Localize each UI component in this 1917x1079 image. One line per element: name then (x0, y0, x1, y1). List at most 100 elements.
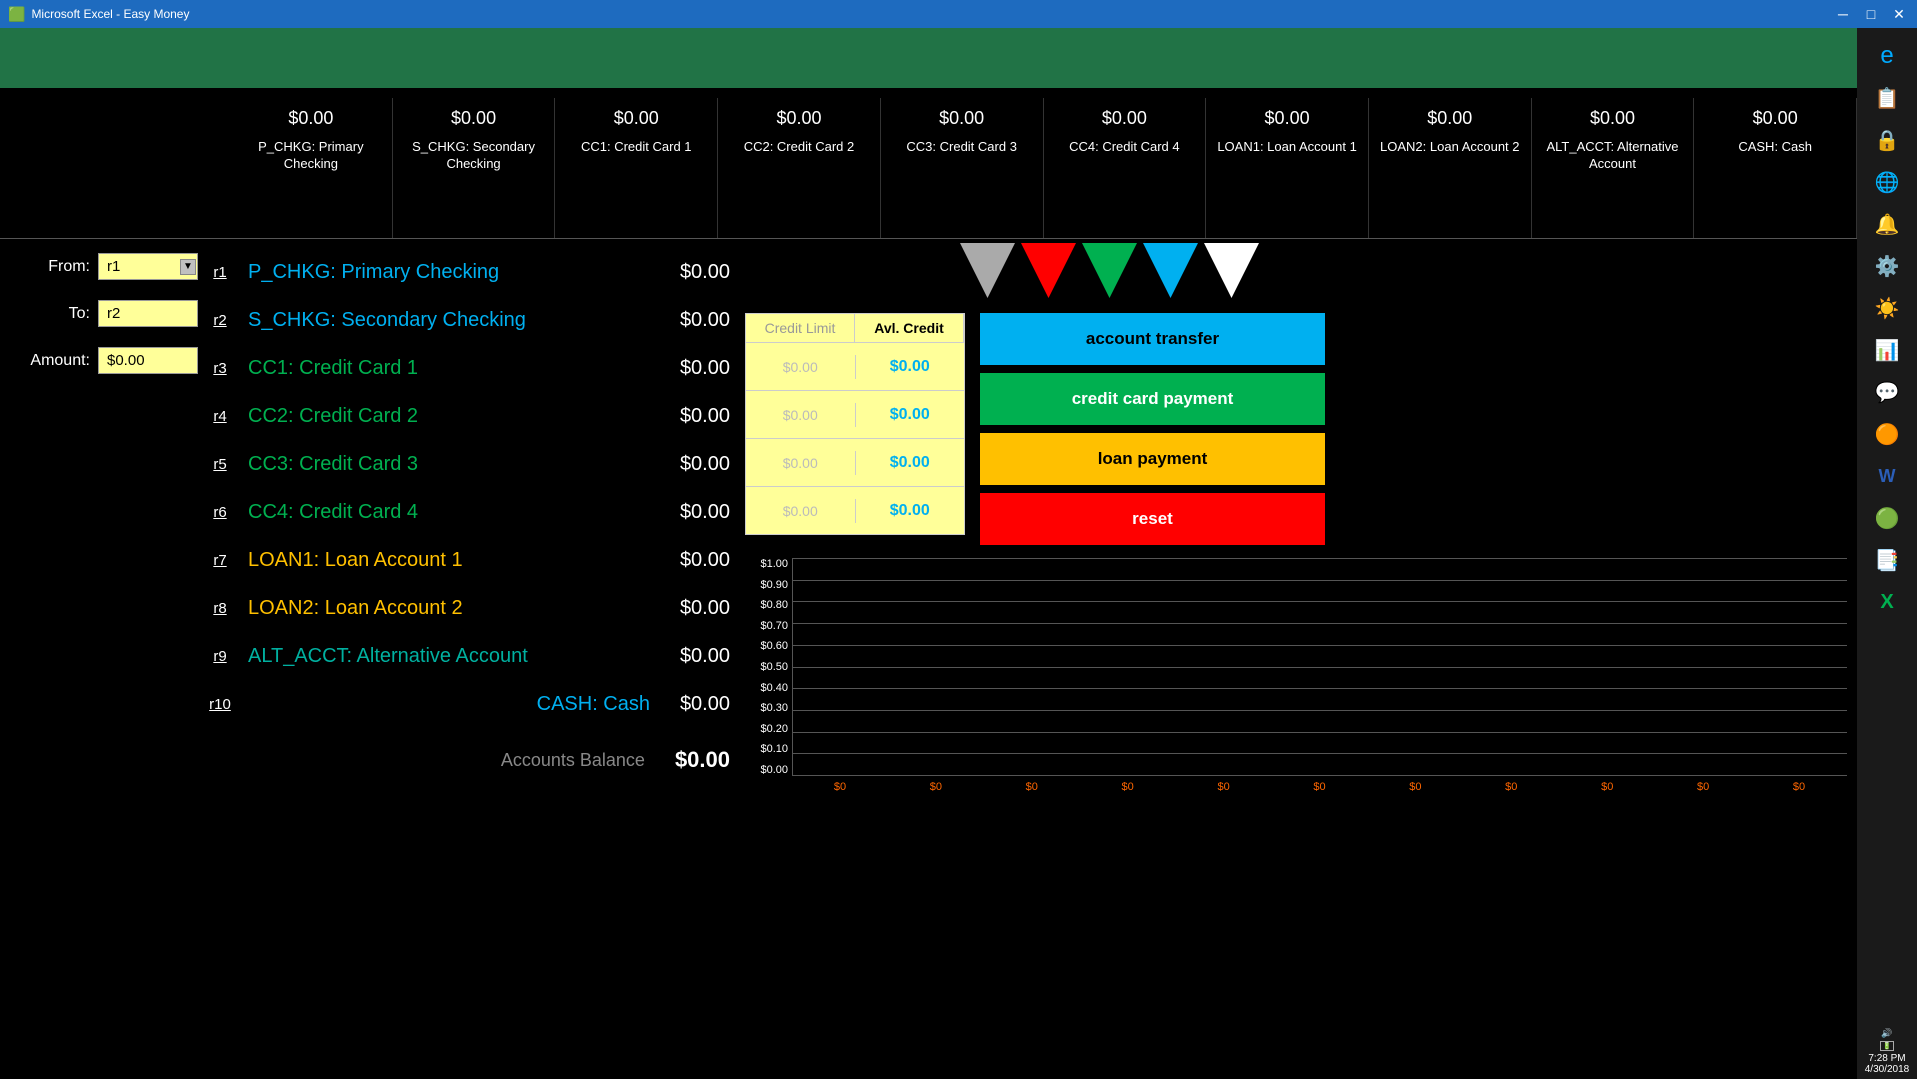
list-item: r10 CASH: Cash $0.00 (200, 680, 730, 728)
schkg-name: S_CHKG: Secondary Checking (397, 139, 551, 173)
chart-hline-8 (793, 710, 1847, 711)
from-dropdown-arrow[interactable]: ▼ (180, 259, 196, 275)
account-transfer-button[interactable]: account transfer (980, 313, 1325, 365)
account-col-pchkg: $0.00 P_CHKG: Primary Checking (230, 98, 393, 238)
taskbar-icon-orange[interactable]: 🟠 (1869, 416, 1905, 452)
row-ref-r6: r6 (200, 504, 240, 521)
pchkg-amount: $0.00 (288, 102, 333, 135)
cash-amount: $0.00 (1753, 102, 1798, 135)
cc1-credit-limit: $0.00 (746, 355, 856, 379)
action-buttons-panel: account transfer credit card payment loa… (980, 313, 1325, 545)
y-label-8: $0.30 (760, 702, 788, 714)
taskbar-icon-weather[interactable]: ☀️ (1869, 290, 1905, 326)
list-item: r8 LOAN2: Loan Account 2 $0.00 (200, 584, 730, 632)
chart-hline-5 (793, 645, 1847, 646)
to-input[interactable]: r2 (98, 300, 198, 327)
maximize-button[interactable]: □ (1861, 4, 1881, 24)
taskbar-icon-settings[interactable]: ⚙️ (1869, 248, 1905, 284)
chart-hline-6 (793, 667, 1847, 668)
row-name-alt: ALT_ACCT: Alternative Account (240, 645, 650, 668)
arrow-gray-icon[interactable] (960, 243, 1015, 298)
taskbar-icon-doc[interactable]: 📑 (1869, 542, 1905, 578)
arrow-buttons-container (960, 243, 1777, 298)
account-list: r1 P_CHKG: Primary Checking $0.00 r2 S_C… (200, 248, 730, 784)
x-label-6: $0 (1313, 781, 1325, 793)
loan2-amount: $0.00 (1427, 102, 1472, 135)
balance-amount: $0.00 (675, 747, 730, 773)
taskbar-icon-bell[interactable]: 🔔 (1869, 206, 1905, 242)
y-label-1: $1.00 (760, 558, 788, 570)
chart-x-axis: $0 $0 $0 $0 $0 $0 $0 $0 $0 $0 $0 (792, 776, 1847, 798)
cc3-amount: $0.00 (939, 102, 984, 135)
amount-row: Amount: $0.00 (20, 347, 210, 374)
y-label-5: $0.60 (760, 640, 788, 652)
taskbar-icon-word[interactable]: W (1869, 458, 1905, 494)
chart-area: $1.00 $0.90 $0.80 $0.70 $0.60 $0.50 $0.4… (740, 558, 1847, 798)
taskbar-icon-chart[interactable]: 📊 (1869, 332, 1905, 368)
y-label-4: $0.70 (760, 620, 788, 632)
taskbar-icon-excel2[interactable]: X (1869, 584, 1905, 620)
x-label-2: $0 (930, 781, 942, 793)
amount-input[interactable]: $0.00 (98, 347, 198, 374)
taskbar-icon-edge[interactable]: e (1869, 38, 1905, 74)
loan2-name: LOAN2: Loan Account 2 (1380, 139, 1519, 156)
header-divider (0, 238, 1857, 239)
arrow-green-icon[interactable] (1082, 243, 1137, 298)
close-button[interactable]: ✕ (1889, 4, 1909, 24)
excel-ribbon (0, 28, 1857, 88)
account-col-alt: $0.00 ALT_ACCT: Alternative Account (1532, 98, 1695, 238)
row-name-cc3: CC3: Credit Card 3 (240, 453, 650, 476)
list-item: r2 S_CHKG: Secondary Checking $0.00 (200, 296, 730, 344)
row-amount-cash: $0.00 (650, 693, 730, 716)
title-bar-controls: ─ □ ✕ (1833, 4, 1909, 24)
account-col-loan2: $0.00 LOAN2: Loan Account 2 (1369, 98, 1532, 238)
account-col-schkg: $0.00 S_CHKG: Secondary Checking (393, 98, 556, 238)
excel-area: $0.00 P_CHKG: Primary Checking $0.00 S_C… (0, 28, 1857, 1079)
cc-panel-header: Credit Limit Avl. Credit (745, 313, 965, 343)
chart-hline-7 (793, 688, 1847, 689)
row-name-schkg: S_CHKG: Secondary Checking (240, 309, 650, 332)
row-amount-cc1: $0.00 (650, 357, 730, 380)
arrow-red-icon[interactable] (1021, 243, 1076, 298)
row-name-cc1: CC1: Credit Card 1 (240, 357, 650, 380)
taskbar-icon-globe[interactable]: 🌐 (1869, 164, 1905, 200)
y-label-6: $0.50 (760, 661, 788, 673)
chart-body (792, 558, 1847, 776)
arrow-white-icon[interactable] (1204, 243, 1259, 298)
taskbar-icon-green2[interactable]: 🟢 (1869, 500, 1905, 536)
arrow-blue-icon[interactable] (1143, 243, 1198, 298)
from-label: From: (20, 258, 90, 276)
from-input-wrapper: r1 ▼ (98, 253, 198, 280)
window-title: Microsoft Excel - Easy Money (31, 7, 189, 21)
minimize-button[interactable]: ─ (1833, 4, 1853, 24)
cc3-name: CC3: Credit Card 3 (906, 139, 1017, 156)
loan-payment-button[interactable]: loan payment (980, 433, 1325, 485)
cc1-amount: $0.00 (614, 102, 659, 135)
list-item: r4 CC2: Credit Card 2 $0.00 (200, 392, 730, 440)
taskbar-icon-lock[interactable]: 🔒 (1869, 122, 1905, 158)
cc-row-1: $0.00 $0.00 (745, 343, 965, 391)
clock-time: 7:28 PM (1859, 1053, 1915, 1064)
loan1-amount: $0.00 (1265, 102, 1310, 135)
row-name-cash: CASH: Cash (240, 693, 650, 716)
account-col-cc3: $0.00 CC3: Credit Card 3 (881, 98, 1044, 238)
row-name-pchkg: P_CHKG: Primary Checking (240, 261, 650, 284)
title-bar-left: 🟩 Microsoft Excel - Easy Money (8, 6, 189, 23)
system-tray: 🔊 🔋 7:28 PM 4/30/2018 (1857, 1024, 1917, 1079)
x-label-8: $0 (1505, 781, 1517, 793)
avl-credit-header: Avl. Credit (855, 314, 964, 342)
to-label: To: (20, 305, 90, 323)
cc2-credit-limit: $0.00 (746, 403, 856, 427)
to-row: To: r2 (20, 300, 210, 327)
account-col-loan1: $0.00 LOAN1: Loan Account 1 (1206, 98, 1369, 238)
account-col-cc1: $0.00 CC1: Credit Card 1 (555, 98, 718, 238)
x-label-3: $0 (1026, 781, 1038, 793)
taskbar-icon-chat[interactable]: 💬 (1869, 374, 1905, 410)
reset-button[interactable]: reset (980, 493, 1325, 545)
taskbar-icon-clipboard[interactable]: 📋 (1869, 80, 1905, 116)
x-label-10: $0 (1697, 781, 1709, 793)
credit-card-payment-button[interactable]: credit card payment (980, 373, 1325, 425)
x-label-7: $0 (1409, 781, 1421, 793)
row-amount-cc3: $0.00 (650, 453, 730, 476)
cc2-name: CC2: Credit Card 2 (744, 139, 855, 156)
